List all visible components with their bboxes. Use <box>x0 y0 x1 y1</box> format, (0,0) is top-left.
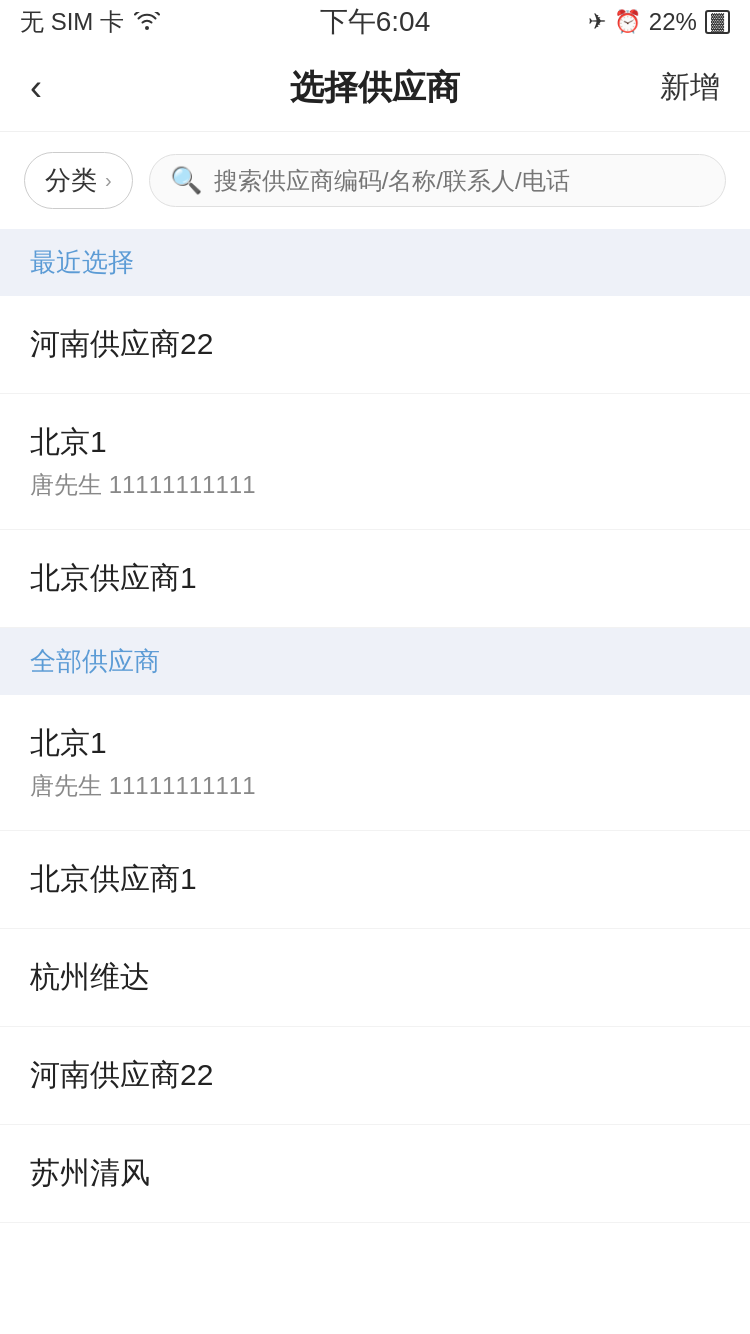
supplier-list: 最近选择河南供应商22 北京1 唐先生 11111111111 北京供应商1 全部供应商… <box>0 229 750 1223</box>
section-header-recent: 最近选择 <box>0 229 750 296</box>
battery-label: 22% <box>649 8 697 36</box>
chevron-right-icon: › <box>105 169 112 192</box>
page-title: 选择供应商 <box>290 65 460 111</box>
search-input[interactable] <box>214 167 705 195</box>
list-item[interactable]: 北京供应商1 <box>0 831 750 929</box>
time-label: 下午6:04 <box>320 3 431 41</box>
list-item[interactable]: 苏州清风 <box>0 1125 750 1223</box>
wifi-icon <box>134 8 160 36</box>
item-name: 北京1 <box>30 723 720 764</box>
item-name: 北京供应商1 <box>30 859 720 900</box>
item-name: 苏州清风 <box>30 1153 720 1194</box>
status-right: ✈ ⏰ 22% ▓ <box>588 8 730 36</box>
item-contact: 唐先生 11111111111 <box>30 469 720 501</box>
search-box: 🔍 <box>149 154 726 207</box>
item-name: 北京供应商1 <box>30 558 720 599</box>
category-label: 分类 <box>45 163 97 198</box>
item-contact: 唐先生 11111111111 <box>30 770 720 802</box>
back-button[interactable]: ‹ <box>30 67 90 109</box>
list-item[interactable]: 北京供应商1 <box>0 530 750 628</box>
alarm-icon: ⏰ <box>614 9 641 35</box>
list-item[interactable]: 河南供应商22 <box>0 296 750 394</box>
section-header-all: 全部供应商 <box>0 628 750 695</box>
filter-bar: 分类 › 🔍 <box>0 132 750 229</box>
status-left: 无 SIM 卡 <box>20 6 160 38</box>
carrier-label: 无 SIM 卡 <box>20 6 124 38</box>
status-bar: 无 SIM 卡 下午6:04 ✈ ⏰ 22% ▓ <box>0 0 750 44</box>
list-item[interactable]: 北京1 唐先生 11111111111 <box>0 695 750 831</box>
add-button[interactable]: 新增 <box>660 67 720 108</box>
list-item[interactable]: 北京1 唐先生 11111111111 <box>0 394 750 530</box>
search-icon: 🔍 <box>170 165 202 196</box>
list-item[interactable]: 河南供应商22 <box>0 1027 750 1125</box>
battery-icon: ▓ <box>705 10 730 34</box>
location-icon: ✈ <box>588 9 606 35</box>
item-name: 北京1 <box>30 422 720 463</box>
item-name: 杭州维达 <box>30 957 720 998</box>
item-name: 河南供应商22 <box>30 324 720 365</box>
category-button[interactable]: 分类 › <box>24 152 133 209</box>
item-name: 河南供应商22 <box>30 1055 720 1096</box>
nav-bar: ‹ 选择供应商 新增 <box>0 44 750 132</box>
list-item[interactable]: 杭州维达 <box>0 929 750 1027</box>
